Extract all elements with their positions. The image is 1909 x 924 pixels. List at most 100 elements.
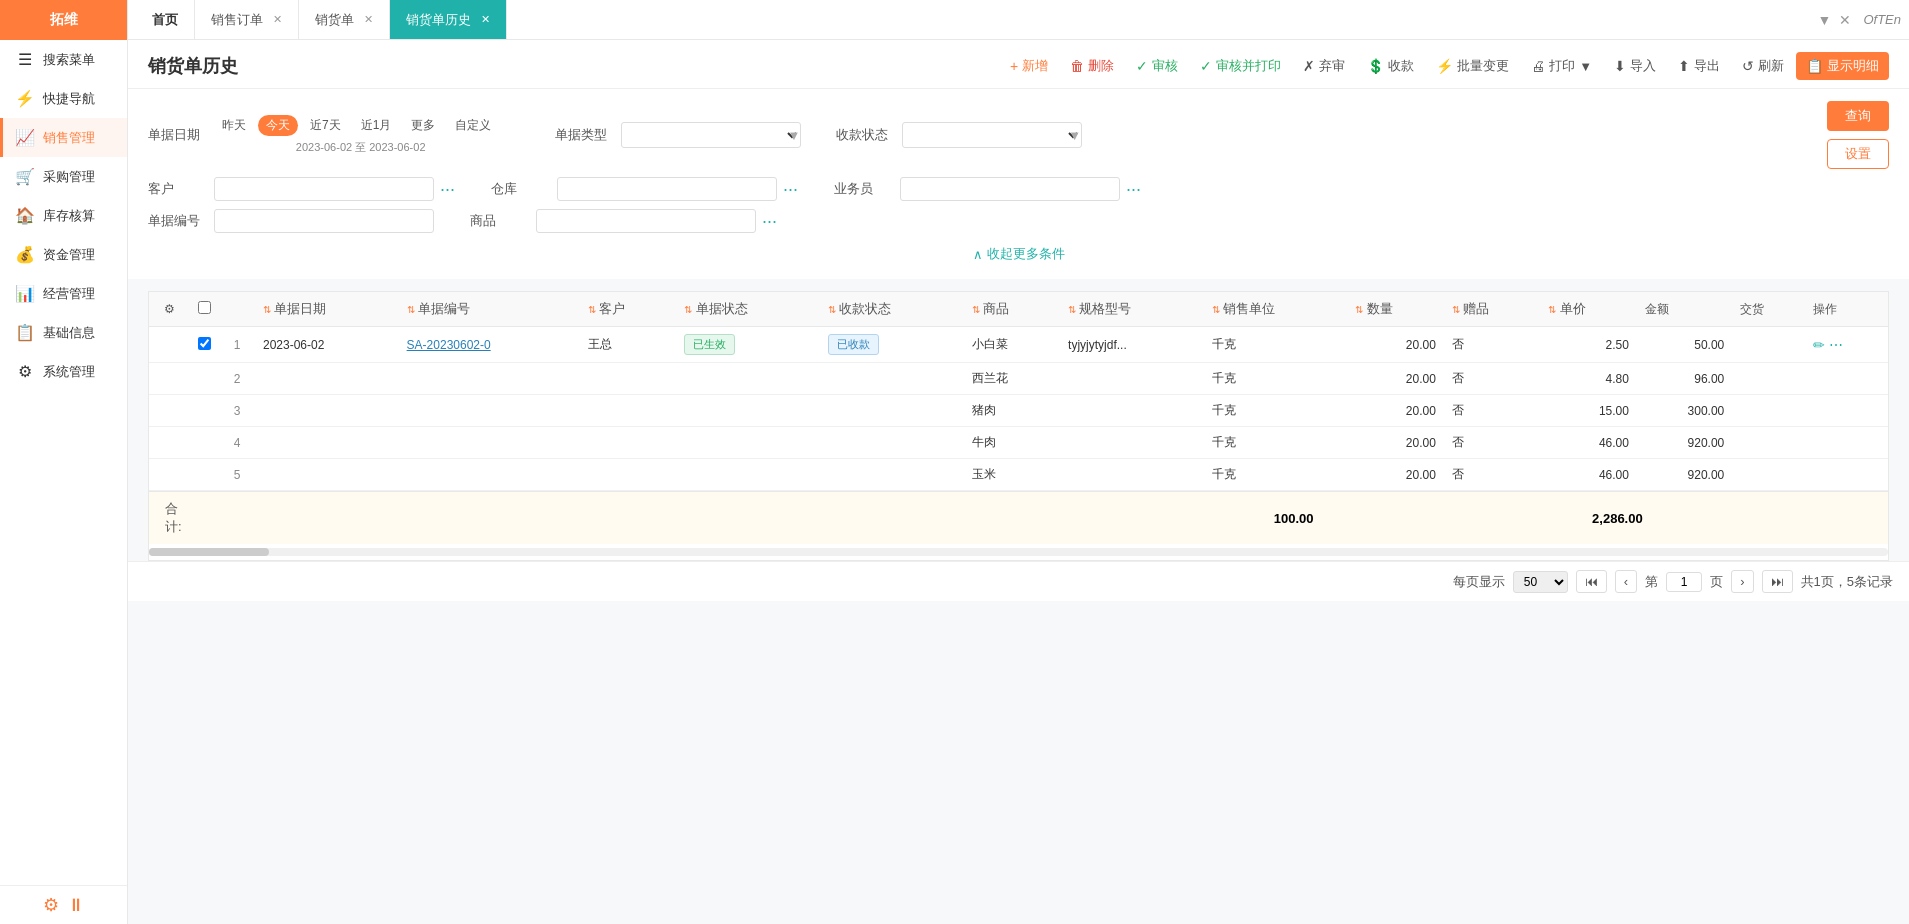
tab-sales-history-close[interactable]: ✕ [481,13,490,26]
customer-input[interactable] [214,177,434,201]
date-tab-today[interactable]: 今天 [258,115,298,136]
refresh-button[interactable]: ↺ 刷新 [1732,52,1794,80]
filter-staff: 业务员 ··· [834,177,1141,201]
col-unit[interactable]: ⇅ 销售单位 [1204,292,1348,327]
col-date[interactable]: ⇅ 单据日期 [255,292,399,327]
scrollbar-track[interactable] [149,548,1888,556]
row-doc-status [676,427,820,459]
row-check[interactable] [189,363,219,395]
row-receipt-status [820,363,964,395]
doc-type-select[interactable] [621,122,801,148]
customer-more-icon[interactable]: ··· [440,180,455,198]
table-scroll[interactable]: ⚙ ⇅ 单据日期 ⇅ [149,292,1888,491]
sidebar-item-quick-nav[interactable]: ⚡ 快捷导航 [0,79,127,118]
row-doc-no[interactable] [399,427,580,459]
staff-more-icon[interactable]: ··· [1126,180,1141,198]
sidebar-item-sales[interactable]: 📈 销售管理 [0,118,127,157]
warehouse-more-icon[interactable]: ··· [783,180,798,198]
staff-input[interactable] [900,177,1120,201]
scrollbar-thumb[interactable] [149,548,269,556]
col-receipt-status[interactable]: ⇅ 收款状态 [820,292,964,327]
row-date [255,459,399,491]
set-button[interactable]: 设置 [1827,139,1889,169]
query-button[interactable]: 查询 [1827,101,1889,131]
col-doc-no[interactable]: ⇅ 单据编号 [399,292,580,327]
date-tab-7days[interactable]: 近7天 [302,115,349,136]
receipt-status-select[interactable] [902,122,1082,148]
col-product[interactable]: ⇅ 商品 [964,292,1061,327]
sidebar-item-purchase[interactable]: 🛒 采购管理 [0,157,127,196]
tab-bar-expand-icon[interactable]: ▼ [1818,12,1832,28]
date-tab-custom[interactable]: 自定义 [447,115,499,136]
receive-button[interactable]: 💲 收款 [1357,52,1424,80]
col-price[interactable]: ⇅ 单价 [1540,292,1637,327]
tab-sales-order-close[interactable]: ✕ [273,13,282,26]
date-tab-1month[interactable]: 近1月 [353,115,400,136]
doc-no-link[interactable]: SA-20230602-0 [407,338,491,352]
new-button[interactable]: + 新增 [1000,52,1058,80]
select-all-checkbox[interactable] [198,301,211,314]
collapse-button[interactable]: ∧ 收起更多条件 [148,241,1889,267]
next-page-button[interactable]: › [1731,570,1753,593]
row-gift: 否 [1444,327,1541,363]
export-button[interactable]: ⬆ 导出 [1668,52,1730,80]
row-check[interactable] [189,427,219,459]
receipt-status-label: 收款状态 [836,126,896,144]
show-details-button[interactable]: 📋 显示明细 [1796,52,1889,80]
import-button[interactable]: ⬇ 导入 [1604,52,1666,80]
batch-change-button[interactable]: ⚡ 批量变更 [1426,52,1519,80]
audit-print-button[interactable]: ✓ 审核并打印 [1190,52,1291,80]
table-row: 2 西兰花 千克 20.00 否 4.80 96.00 [149,363,1888,395]
col-doc-status[interactable]: ⇅ 单据状态 [676,292,820,327]
more-action-icon[interactable]: ⋯ [1829,337,1843,353]
row-doc-no[interactable] [399,363,580,395]
row-check[interactable] [189,327,219,363]
col-settings[interactable]: ⚙ [149,292,189,327]
warehouse-label: 仓库 [491,180,551,198]
col-gift[interactable]: ⇅ 赠品 [1444,292,1541,327]
date-tab-yesterday[interactable]: 昨天 [214,115,254,136]
first-page-button[interactable]: ⏮ [1576,570,1607,593]
sidebar-item-inventory[interactable]: 🏠 库存核算 [0,196,127,235]
row-check[interactable] [189,395,219,427]
sidebar-item-finance[interactable]: 💰 资金管理 [0,235,127,274]
tab-sales-history[interactable]: 销货单历史 ✕ [390,0,507,39]
sidebar-item-search[interactable]: ☰ 搜索菜单 [0,40,127,79]
date-tab-more[interactable]: 更多 [403,115,443,136]
doc-no-input[interactable] [214,209,434,233]
page-number-input[interactable] [1666,572,1702,592]
tab-bar-close-all-icon[interactable]: ✕ [1839,12,1851,28]
print-button[interactable]: 🖨 打印 ▼ [1521,52,1602,80]
last-page-button[interactable]: ⏭ [1762,570,1793,593]
page-size-select[interactable]: 50 100 200 [1513,571,1568,593]
warehouse-input[interactable] [557,177,777,201]
tab-sales-delivery[interactable]: 销货单 ✕ [299,0,390,39]
delete-button[interactable]: 🗑 删除 [1060,52,1124,80]
col-customer[interactable]: ⇅ 客户 [580,292,677,327]
sidebar-item-basic-info[interactable]: 📋 基础信息 [0,313,127,352]
row-doc-no[interactable]: SA-20230602-0 [399,327,580,363]
row-checkbox[interactable] [198,337,211,350]
row-doc-no[interactable] [399,459,580,491]
product-input[interactable] [536,209,756,233]
edit-action-icon[interactable]: ✏ [1813,337,1825,353]
row-action [1805,459,1888,491]
product-more-icon[interactable]: ··· [762,212,777,230]
tab-sales-delivery-close[interactable]: ✕ [364,13,373,26]
sidebar-item-operations[interactable]: 📊 经营管理 [0,274,127,313]
date-label: 单据日期 [148,126,208,144]
row-date [255,363,399,395]
sidebar-pause-icon[interactable]: ⏸ [67,895,85,916]
row-check[interactable] [189,459,219,491]
row-doc-status [676,459,820,491]
prev-page-button[interactable]: ‹ [1615,570,1637,593]
abandon-button[interactable]: ✗ 弃审 [1293,52,1355,80]
col-qty[interactable]: ⇅ 数量 [1347,292,1444,327]
audit-button[interactable]: ✓ 审核 [1126,52,1188,80]
row-doc-no[interactable] [399,395,580,427]
sidebar-settings-icon[interactable]: ⚙ [43,894,59,916]
sidebar-item-system[interactable]: ⚙ 系统管理 [0,352,127,391]
tab-home[interactable]: 首页 [136,0,195,39]
col-spec[interactable]: ⇅ 规格型号 [1060,292,1204,327]
tab-sales-order[interactable]: 销售订单 ✕ [195,0,299,39]
